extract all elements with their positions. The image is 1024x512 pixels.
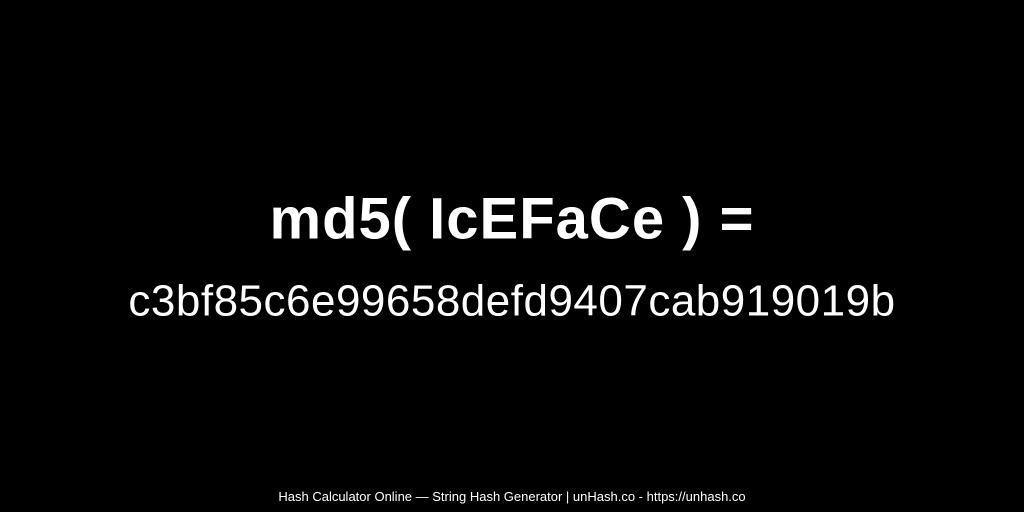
hash-display: md5( IcEFaCe ) = c3bf85c6e99658defd9407c…: [0, 186, 1024, 327]
hash-expression: md5( IcEFaCe ) =: [0, 186, 1024, 253]
footer-caption: Hash Calculator Online — String Hash Gen…: [278, 489, 745, 504]
hash-value: c3bf85c6e99658defd9407cab919019b: [0, 277, 1024, 327]
